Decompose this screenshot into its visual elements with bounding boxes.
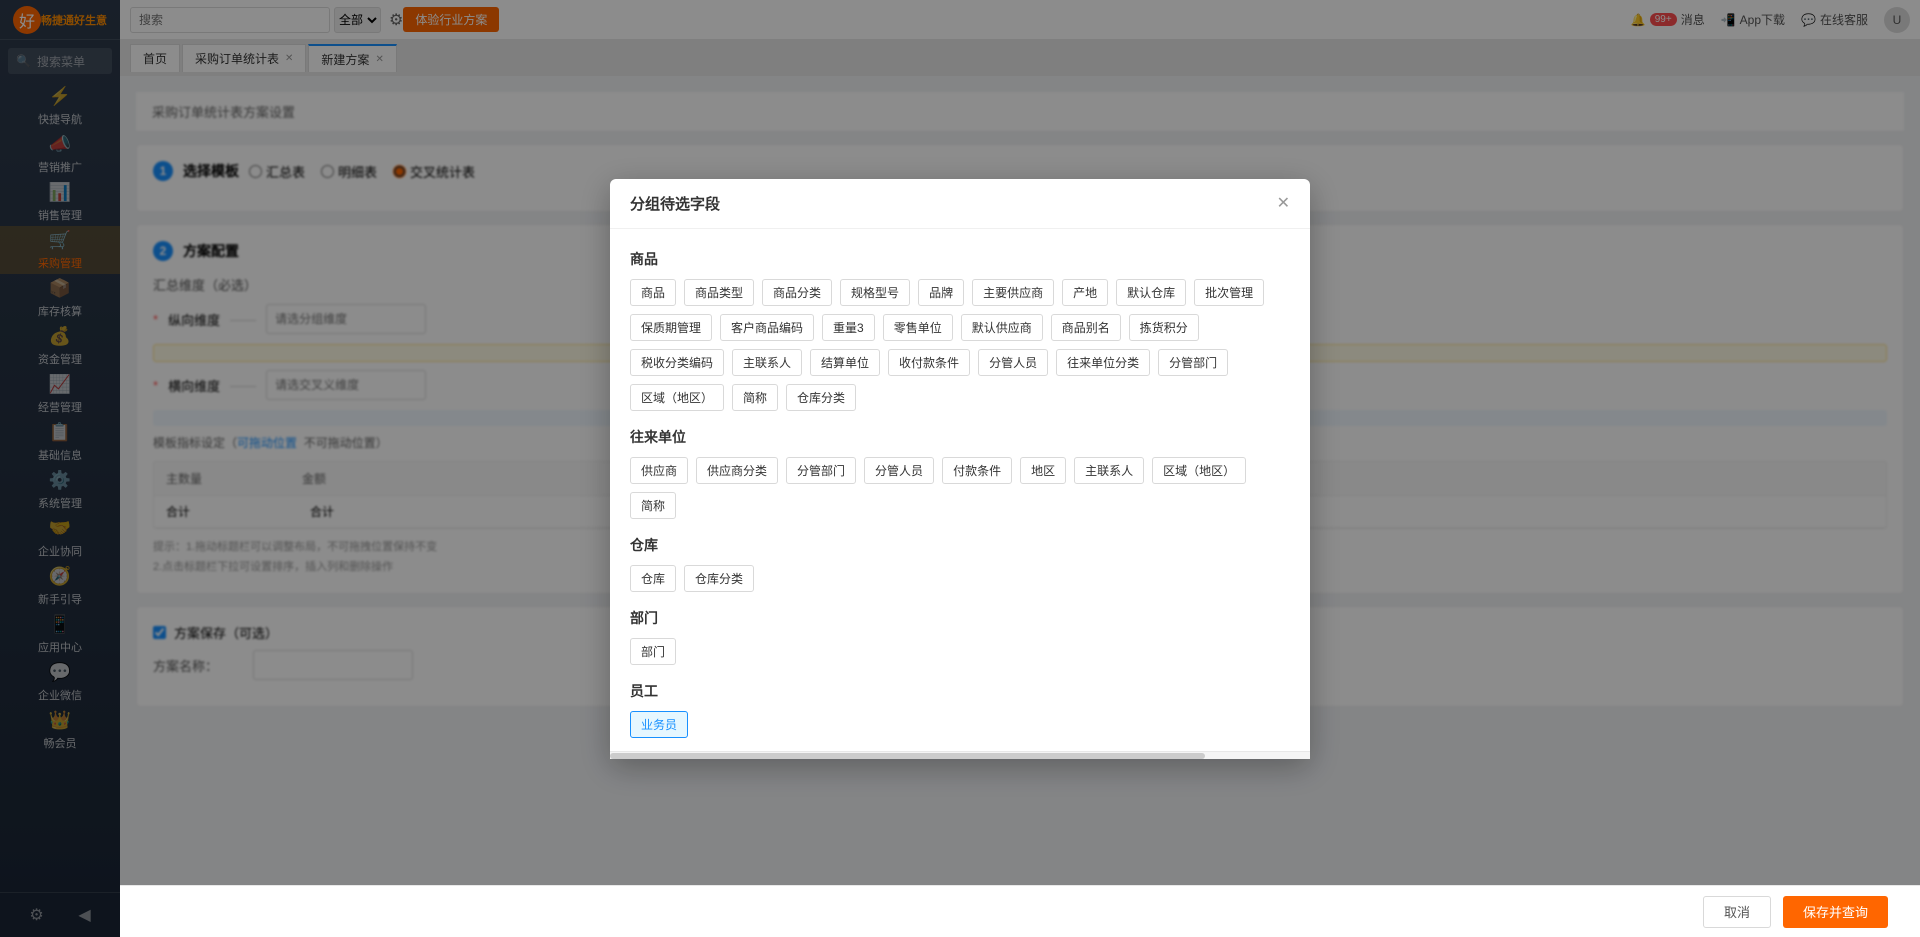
field-tag[interactable]: 供应商: [630, 457, 688, 484]
dialog-body: 商品 商品 商品类型 商品分类 规格型号 品牌 主要供应商 产地 默认仓库 批次…: [610, 229, 1310, 751]
field-select-dialog: 分组待选字段 ✕ 商品 商品 商品类型 商品分类 规格型号 品牌 主要供应商 产…: [610, 179, 1310, 759]
field-tag[interactable]: 供应商分类: [696, 457, 778, 484]
field-tag[interactable]: 简称: [630, 492, 676, 519]
page-footer: 取消 保存并查询: [120, 885, 1920, 937]
field-grid-warehouse: 仓库 仓库分类: [630, 565, 1290, 592]
field-tag[interactable]: 区域（地区）: [1152, 457, 1246, 484]
field-tag[interactable]: 主联系人: [1074, 457, 1144, 484]
field-grid-partner: 供应商 供应商分类 分管部门 分管人员 付款条件 地区 主联系人 区域（地区） …: [630, 457, 1290, 519]
field-tag-employee[interactable]: 业务员: [630, 711, 688, 738]
field-tag[interactable]: 主要供应商: [972, 279, 1054, 306]
field-tag[interactable]: 保质期管理: [630, 314, 712, 341]
field-tag[interactable]: 客户商品编码: [720, 314, 814, 341]
field-tag[interactable]: 商品分类: [762, 279, 832, 306]
field-tag[interactable]: 简称: [732, 384, 778, 411]
field-tag[interactable]: 产地: [1062, 279, 1108, 306]
field-tag[interactable]: 区域（地区）: [630, 384, 724, 411]
field-tag[interactable]: 分管部门: [786, 457, 856, 484]
field-tag[interactable]: 重量3: [822, 314, 875, 341]
field-tag[interactable]: 默认仓库: [1116, 279, 1186, 306]
field-tag[interactable]: 批次管理: [1194, 279, 1264, 306]
field-tag[interactable]: 商品类型: [684, 279, 754, 306]
field-tag[interactable]: 商品: [630, 279, 676, 306]
dialog-overlay: 分组待选字段 ✕ 商品 商品 商品类型 商品分类 规格型号 品牌 主要供应商 产…: [0, 0, 1920, 937]
scrollbar-thumb: [610, 753, 1205, 759]
field-tag[interactable]: 规格型号: [840, 279, 910, 306]
field-tag[interactable]: 拣货积分: [1129, 314, 1199, 341]
dialog-horizontal-scrollbar[interactable]: [610, 751, 1310, 759]
field-tag[interactable]: 品牌: [918, 279, 964, 306]
field-tag[interactable]: 税收分类编码: [630, 349, 724, 376]
section-title-department: 部门: [630, 608, 1290, 628]
field-tag[interactable]: 主联系人: [732, 349, 802, 376]
field-tag[interactable]: 分管部门: [1158, 349, 1228, 376]
section-title-employee: 员工: [630, 681, 1290, 701]
cancel-button[interactable]: 取消: [1703, 896, 1771, 928]
field-tag[interactable]: 付款条件: [942, 457, 1012, 484]
field-tag[interactable]: 零售单位: [883, 314, 953, 341]
field-tag[interactable]: 仓库: [630, 565, 676, 592]
field-tag[interactable]: 部门: [630, 638, 676, 665]
section-title-warehouse: 仓库: [630, 535, 1290, 555]
field-grid-employee: 业务员: [630, 711, 1290, 738]
field-tag[interactable]: 仓库分类: [786, 384, 856, 411]
dialog-title: 分组待选字段: [630, 193, 720, 214]
field-tag[interactable]: 仓库分类: [684, 565, 754, 592]
field-tag[interactable]: 默认供应商: [961, 314, 1043, 341]
field-tag[interactable]: 商品别名: [1051, 314, 1121, 341]
field-tag[interactable]: 收付款条件: [888, 349, 970, 376]
field-tag[interactable]: 结算单位: [810, 349, 880, 376]
field-tag[interactable]: 往来单位分类: [1056, 349, 1150, 376]
dialog-close-button[interactable]: ✕: [1277, 193, 1290, 213]
dialog-header: 分组待选字段 ✕: [610, 179, 1310, 229]
field-tag[interactable]: 分管人员: [978, 349, 1048, 376]
field-tag[interactable]: 地区: [1020, 457, 1066, 484]
section-title-partner: 往来单位: [630, 427, 1290, 447]
field-tag[interactable]: 分管人员: [864, 457, 934, 484]
save-query-button[interactable]: 保存并查询: [1783, 896, 1888, 928]
field-grid-product: 商品 商品类型 商品分类 规格型号 品牌 主要供应商 产地 默认仓库 批次管理 …: [630, 279, 1290, 411]
section-title-product: 商品: [630, 249, 1290, 269]
field-grid-department: 部门: [630, 638, 1290, 665]
